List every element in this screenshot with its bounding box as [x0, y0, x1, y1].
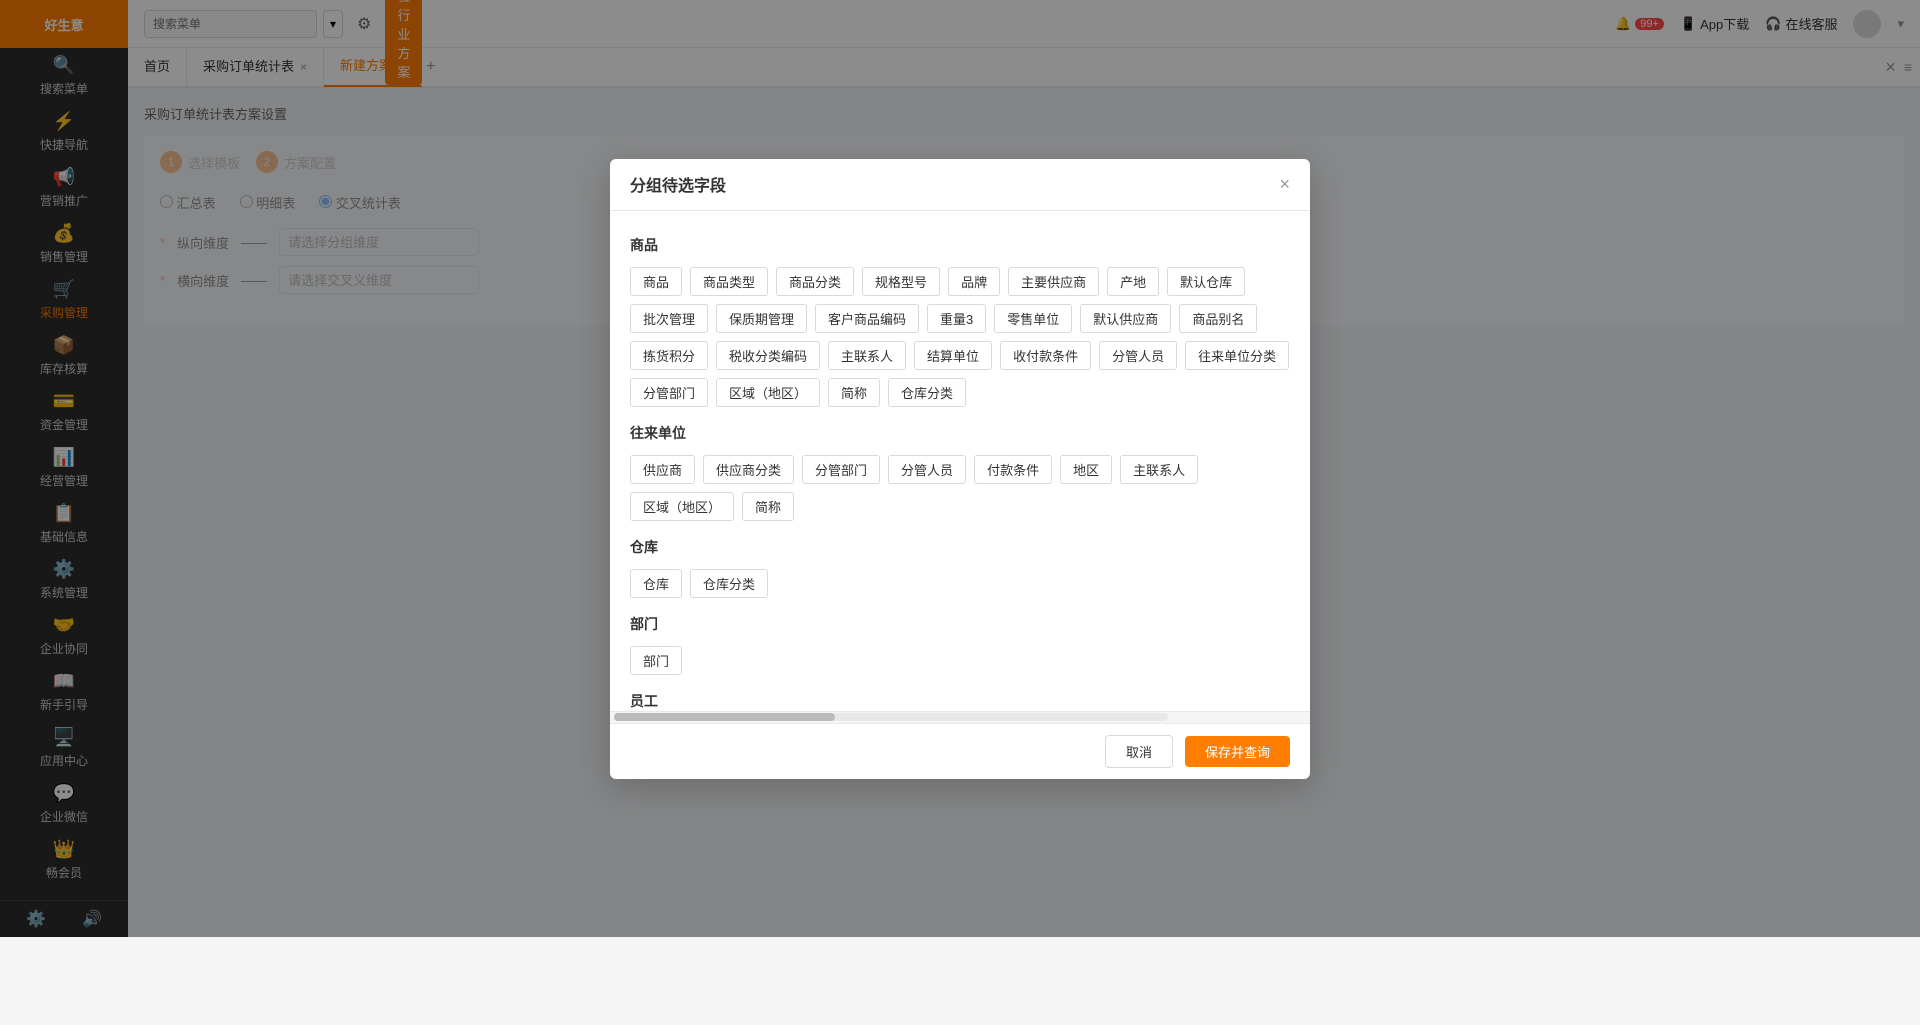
modal-close-button[interactable]: × — [1279, 174, 1290, 195]
section-dept-title: 部门 — [630, 614, 1290, 634]
tag-main-contact[interactable]: 主联系人 — [828, 341, 906, 370]
tag-goods-alias[interactable]: 商品别名 — [1179, 304, 1257, 333]
tag-default-supplier[interactable]: 默认供应商 — [1080, 304, 1171, 333]
tag-dept[interactable]: 部门 — [630, 646, 682, 675]
tag-group-dept: 部门 — [630, 646, 1290, 675]
tag-customer-code[interactable]: 客户商品编码 — [815, 304, 919, 333]
hscroll-bar — [614, 713, 1168, 721]
tag-main-contact2[interactable]: 主联系人 — [1120, 455, 1198, 484]
tag-manager[interactable]: 分管人员 — [1099, 341, 1177, 370]
tag-region-goods[interactable]: 区域（地区） — [716, 378, 820, 407]
modal-footer: 取消 保存并查询 — [610, 723, 1310, 779]
tag-group-goods: 商品 商品类型 商品分类 规格型号 品牌 主要供应商 产地 默认仓库 批次管理 … — [630, 267, 1290, 407]
section-warehouse-title: 仓库 — [630, 537, 1290, 557]
hscroll-thumb — [614, 713, 835, 721]
tag-goods-category[interactable]: 商品分类 — [776, 267, 854, 296]
section-partner-title: 往来单位 — [630, 423, 1290, 443]
tag-settlement-unit[interactable]: 结算单位 — [914, 341, 992, 370]
section-employee-title: 员工 — [630, 691, 1290, 711]
tag-person-mgmt[interactable]: 分管人员 — [888, 455, 966, 484]
tag-goods-type[interactable]: 商品类型 — [690, 267, 768, 296]
tag-area[interactable]: 地区 — [1060, 455, 1112, 484]
tag-warehouse[interactable]: 仓库 — [630, 569, 682, 598]
section-goods-title: 商品 — [630, 235, 1290, 255]
tag-payment-cond[interactable]: 付款条件 — [974, 455, 1052, 484]
tag-default-warehouse[interactable]: 默认仓库 — [1167, 267, 1245, 296]
tag-dept-charge[interactable]: 分管部门 — [630, 378, 708, 407]
tag-supplier[interactable]: 供应商 — [630, 455, 695, 484]
tag-warehouse-category[interactable]: 仓库分类 — [888, 378, 966, 407]
modal-dialog: 分组待选字段 × 商品 商品 商品类型 商品分类 规格型号 品牌 主要供应商 产… — [610, 159, 1310, 779]
tag-dept-mgmt[interactable]: 分管部门 — [802, 455, 880, 484]
tag-warehouse-cat[interactable]: 仓库分类 — [690, 569, 768, 598]
tag-batch-mgmt[interactable]: 批次管理 — [630, 304, 708, 333]
tag-brand[interactable]: 品牌 — [948, 267, 1000, 296]
modal-header: 分组待选字段 × — [610, 159, 1310, 211]
tag-main-supplier[interactable]: 主要供应商 — [1008, 267, 1099, 296]
tag-spec-model[interactable]: 规格型号 — [862, 267, 940, 296]
tag-pick-points[interactable]: 拣货积分 — [630, 341, 708, 370]
tag-expiry-mgmt[interactable]: 保质期管理 — [716, 304, 807, 333]
tag-region-partner[interactable]: 区域（地区） — [630, 492, 734, 521]
tag-goods[interactable]: 商品 — [630, 267, 682, 296]
tag-supplier-category[interactable]: 供应商分类 — [703, 455, 794, 484]
modal-hscroll — [610, 711, 1310, 723]
tag-group-warehouse: 仓库 仓库分类 — [630, 569, 1290, 598]
tag-retail-unit[interactable]: 零售单位 — [994, 304, 1072, 333]
modal-title: 分组待选字段 — [630, 172, 726, 196]
tag-weight3[interactable]: 重量3 — [927, 304, 986, 333]
tag-origin[interactable]: 产地 — [1107, 267, 1159, 296]
tag-tax-code[interactable]: 税收分类编码 — [716, 341, 820, 370]
modal-body[interactable]: 商品 商品 商品类型 商品分类 规格型号 品牌 主要供应商 产地 默认仓库 批次… — [610, 211, 1310, 711]
tag-payment-terms[interactable]: 收付款条件 — [1000, 341, 1091, 370]
tag-partner-category[interactable]: 往来单位分类 — [1185, 341, 1289, 370]
tag-abbr-partner[interactable]: 简称 — [742, 492, 794, 521]
confirm-button[interactable]: 保存并查询 — [1185, 736, 1290, 767]
tag-group-partner: 供应商 供应商分类 分管部门 分管人员 付款条件 地区 主联系人 区域（地区） … — [630, 455, 1290, 521]
cancel-button[interactable]: 取消 — [1105, 735, 1173, 768]
tag-abbr-goods[interactable]: 简称 — [828, 378, 880, 407]
